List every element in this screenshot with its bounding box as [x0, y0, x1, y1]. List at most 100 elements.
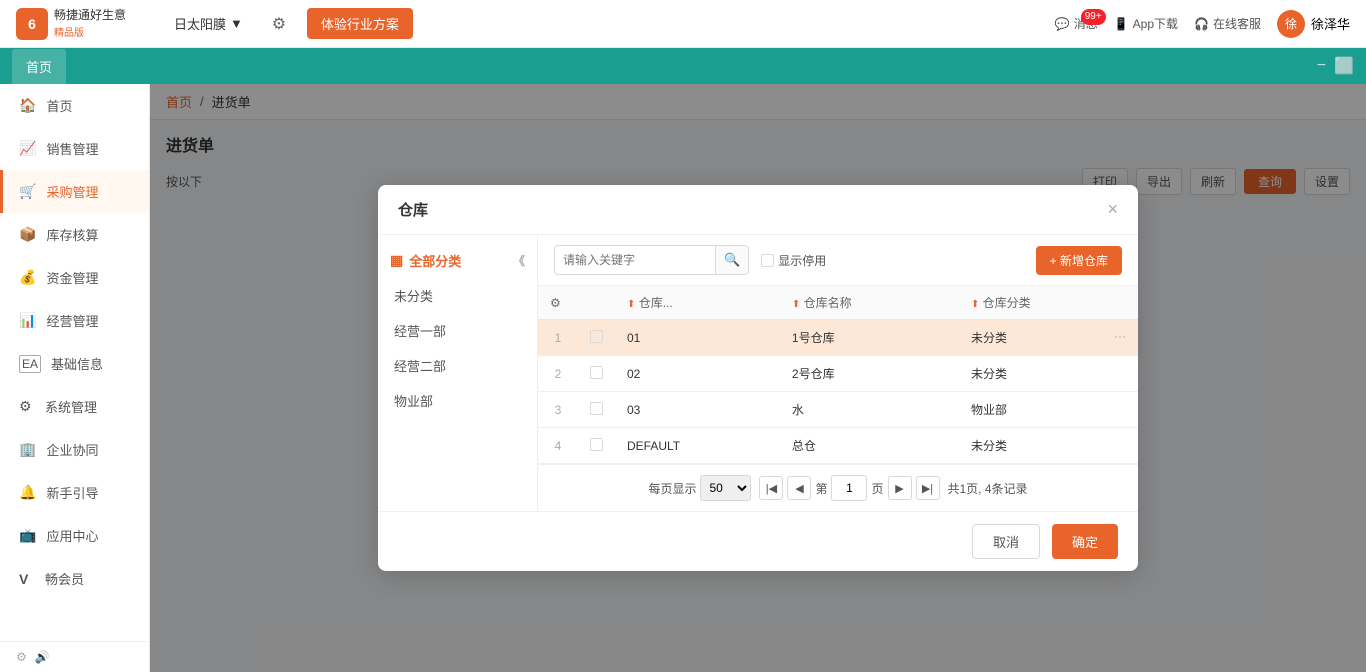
- trial-button[interactable]: 体验行业方案: [307, 8, 413, 39]
- cat-item-property[interactable]: 物业部: [378, 383, 537, 418]
- cell-code: 01: [615, 320, 780, 356]
- cancel-button[interactable]: 取消: [972, 524, 1040, 559]
- th-category[interactable]: ⬆ 仓库分类: [959, 286, 1138, 320]
- sidebar-item-member[interactable]: V 畅会员: [0, 557, 149, 600]
- row-checkbox[interactable]: [590, 438, 603, 451]
- show-disabled-checkbox[interactable]: [761, 254, 774, 267]
- basic-icon: EA: [19, 355, 41, 373]
- next-page-btn[interactable]: ▶: [888, 476, 912, 500]
- row-checkbox[interactable]: [590, 330, 603, 343]
- sidebar-item-guide[interactable]: 🔔 新手引导: [0, 471, 149, 514]
- sidebar-item-finance[interactable]: 💰 资金管理: [0, 256, 149, 299]
- sidebar-item-enterprise[interactable]: 🏢 企业协同: [0, 428, 149, 471]
- message-badge: 99+: [1081, 9, 1106, 25]
- sidebar-item-home[interactable]: 🏠 首页: [0, 84, 149, 127]
- system-icon: ⚙: [19, 398, 35, 415]
- modal-body: ▦ 全部分类 《 未分类 经营一部 经营二部 物业部: [378, 235, 1138, 511]
- prev-page-btn[interactable]: ◀: [787, 476, 811, 500]
- logo-icon: 6: [16, 8, 48, 40]
- store-selector[interactable]: 日太阳膜 ▼: [166, 10, 251, 37]
- cell-code: DEFAULT: [615, 428, 780, 464]
- category-grid-icon: ▦: [390, 252, 403, 269]
- table-body: 1 01 1号仓库 未分类··· 2 02 2号仓库 未分类 3 03 水 物业…: [538, 320, 1138, 464]
- sidebar-label-finance: 资金管理: [46, 268, 98, 287]
- sidebar: 🏠 首页 📈 销售管理 🛒 采购管理 📦 库存核算 💰 资金管理 📊 经营管理 …: [0, 84, 150, 672]
- cell-name: 2号仓库: [780, 356, 959, 392]
- apps-icon: 📺: [19, 527, 36, 544]
- table-row[interactable]: 4 DEFAULT 总仓 未分类: [538, 428, 1138, 464]
- store-name: 日太阳膜: [174, 14, 226, 33]
- finance-icon: 💰: [19, 269, 36, 286]
- row-dots[interactable]: ···: [1114, 329, 1126, 343]
- sidebar-item-purchase[interactable]: 🛒 采购管理: [0, 170, 149, 213]
- sidebar-item-sales[interactable]: 📈 销售管理: [0, 127, 149, 170]
- sidebar-label-basic: 基础信息: [51, 354, 103, 373]
- message-item[interactable]: 💬 99+ 消息: [1055, 15, 1098, 32]
- show-disabled-label[interactable]: 显示停用: [761, 252, 826, 269]
- settings-bottom-icon[interactable]: ⚙: [16, 650, 27, 664]
- per-page-label: 每页显示: [648, 480, 696, 497]
- user-name: 徐泽华: [1311, 14, 1350, 33]
- cat-item-ops2[interactable]: 经营二部: [378, 348, 537, 383]
- row-checkbox[interactable]: [590, 402, 603, 415]
- cell-category: 物业部: [959, 392, 1138, 428]
- minimize-icon[interactable]: −: [1317, 57, 1326, 75]
- cell-check: [578, 428, 615, 464]
- category-sidebar: ▦ 全部分类 《 未分类 经营一部 经营二部 物业部: [378, 235, 538, 511]
- app-download-item[interactable]: 📱 App下载: [1114, 15, 1178, 32]
- cell-name: 水: [780, 392, 959, 428]
- th-check: [578, 286, 615, 320]
- tab-bar: 首页 − ⬜: [0, 48, 1366, 84]
- th-gear: ⚙: [538, 286, 578, 320]
- total-info: 共1页, 4条记录: [948, 480, 1028, 497]
- maximize-icon[interactable]: ⬜: [1334, 56, 1354, 76]
- collapse-icon[interactable]: 《: [513, 252, 525, 269]
- tab-home[interactable]: 首页: [12, 49, 66, 84]
- per-page-select[interactable]: 50 100 200: [700, 475, 751, 501]
- app-icon: 📱: [1114, 17, 1129, 31]
- sidebar-label-guide: 新手引导: [46, 483, 98, 502]
- th-code[interactable]: ⬆ 仓库...: [615, 286, 780, 320]
- service-label: 在线客服: [1213, 15, 1261, 32]
- page-nav: |◀ ◀ 第 页 ▶ ▶|: [759, 475, 939, 501]
- table-row[interactable]: 2 02 2号仓库 未分类: [538, 356, 1138, 392]
- service-item[interactable]: 🎧 在线客服: [1194, 15, 1261, 32]
- sidebar-item-inventory[interactable]: 📦 库存核算: [0, 213, 149, 256]
- header-right: 💬 99+ 消息 📱 App下载 🎧 在线客服 徐 徐泽华: [1055, 10, 1350, 38]
- sidebar-item-apps[interactable]: 📺 应用中心: [0, 514, 149, 557]
- page-input[interactable]: [831, 475, 867, 501]
- cat-item-uncategorized[interactable]: 未分类: [378, 278, 537, 313]
- sidebar-item-basic[interactable]: EA 基础信息: [0, 342, 149, 385]
- app-label: App下载: [1133, 15, 1178, 32]
- cat-item-ops1[interactable]: 经营一部: [378, 313, 537, 348]
- row-checkbox[interactable]: [590, 366, 603, 379]
- gear-button[interactable]: ⚙: [263, 8, 295, 40]
- last-page-btn[interactable]: ▶|: [916, 476, 940, 500]
- sound-icon[interactable]: 🔊: [35, 650, 50, 664]
- modal-close-button[interactable]: ×: [1107, 199, 1118, 220]
- table-row[interactable]: 3 03 水 物业部: [538, 392, 1138, 428]
- cell-category: 未分类: [959, 428, 1138, 464]
- table-area: 🔍 显示停用 + 新增仓库: [538, 235, 1138, 511]
- th-name[interactable]: ⬆ 仓库名称: [780, 286, 959, 320]
- add-warehouse-button[interactable]: + 新增仓库: [1036, 246, 1122, 275]
- table-row[interactable]: 1 01 1号仓库 未分类···: [538, 320, 1138, 356]
- search-input[interactable]: [555, 253, 715, 267]
- sidebar-item-system[interactable]: ⚙ 系统管理: [0, 385, 149, 428]
- sidebar-label-member: 畅会员: [45, 569, 84, 588]
- sidebar-item-operation[interactable]: 📊 经营管理: [0, 299, 149, 342]
- search-icon-btn[interactable]: 🔍: [715, 246, 748, 274]
- confirm-button[interactable]: 确定: [1052, 524, 1118, 559]
- cell-rownum: 2: [538, 356, 578, 392]
- logo-sub: 精品版: [54, 24, 126, 39]
- category-header[interactable]: ▦ 全部分类 《: [378, 243, 537, 278]
- page-label: 第: [815, 480, 827, 497]
- first-page-btn[interactable]: |◀: [759, 476, 783, 500]
- user-area[interactable]: 徐 徐泽华: [1277, 10, 1350, 38]
- cell-check: [578, 356, 615, 392]
- cell-category: 未分类···: [959, 320, 1138, 356]
- table-toolbar: 🔍 显示停用 + 新增仓库: [538, 235, 1138, 286]
- sidebar-label-inventory: 库存核算: [46, 225, 98, 244]
- sidebar-label-operation: 经营管理: [46, 311, 98, 330]
- cell-code: 03: [615, 392, 780, 428]
